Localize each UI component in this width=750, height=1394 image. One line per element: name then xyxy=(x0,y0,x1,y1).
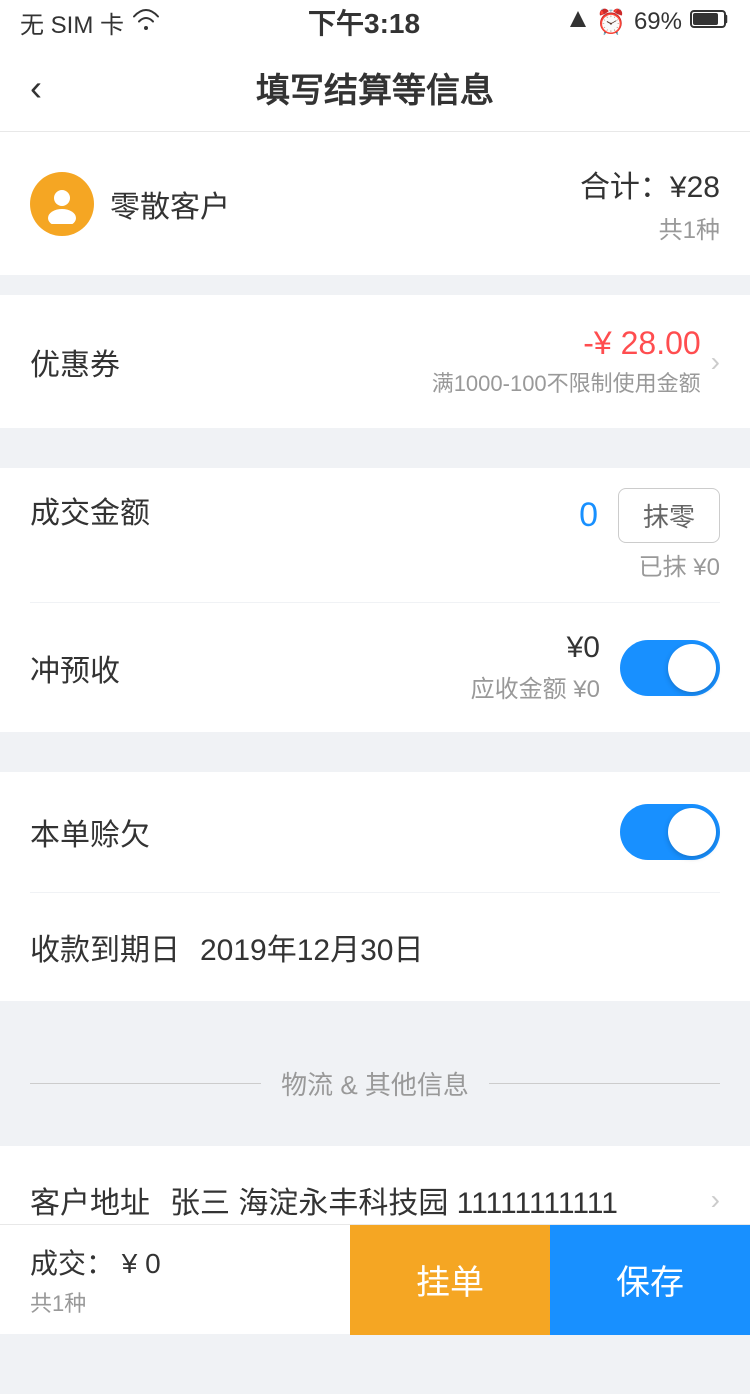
customer-left: 零散客户 xyxy=(30,172,230,236)
coupon-value-block: -¥ 28.00 满1000-100不限制使用金额 xyxy=(432,325,701,398)
customer-card: 零散客户 合计：¥28 共1种 xyxy=(0,132,750,275)
alarm-icon: ⏰ xyxy=(596,8,626,37)
battery-percent: 69% xyxy=(634,8,682,36)
round-zero-button[interactable]: 抹零 xyxy=(618,488,720,543)
total-amount: 合计：¥28 xyxy=(580,162,720,206)
section-gap-2 xyxy=(0,752,750,772)
logistics-section-header: 物流 & 其他信息 xyxy=(0,1041,750,1126)
due-date-value: 2019年12月30日 xyxy=(200,925,423,969)
header-line-right xyxy=(489,1083,720,1084)
bottom-bar: 成交： ¥ 0 共1种 挂单 保存 xyxy=(0,1224,750,1334)
customer-right: 合计：¥28 共1种 xyxy=(580,162,720,245)
prepay-toggle[interactable] xyxy=(620,640,720,696)
bottom-deal-label: 成交： xyxy=(30,1248,114,1279)
deal-amount-top: 成交金额 0 抹零 xyxy=(30,488,720,543)
back-button[interactable]: ‹ xyxy=(30,67,42,109)
address-value: 张三 海淀永丰科技园 11111111111 xyxy=(170,1178,711,1222)
address-label: 客户地址 xyxy=(30,1178,150,1222)
section-gap-4 xyxy=(0,1126,750,1146)
prepay-right: ¥0 应收金额 ¥0 xyxy=(471,631,720,704)
battery-icon xyxy=(690,8,730,37)
prepay-row: 冲预收 ¥0 应收金额 ¥0 xyxy=(0,603,750,732)
coupon-row[interactable]: 优惠券 -¥ 28.00 满1000-100不限制使用金额 › xyxy=(0,295,750,428)
customer-row: 零散客户 合计：¥28 共1种 xyxy=(0,132,750,275)
header-line-left xyxy=(30,1083,261,1084)
wifi-icon xyxy=(132,8,160,37)
status-right: ⏰ 69% xyxy=(568,8,730,37)
total-count: 共1种 xyxy=(580,210,720,245)
pending-button[interactable]: 挂单 xyxy=(350,1225,550,1335)
status-bar: 无 SIM 卡 下午3:18 ⏰ 69% xyxy=(0,0,750,44)
coupon-desc: 满1000-100不限制使用金额 xyxy=(432,366,701,398)
due-date-label: 收款到期日 xyxy=(30,925,180,969)
nav-bar: ‹ 填写结算等信息 xyxy=(0,44,750,132)
credit-row: 本单赊欠 xyxy=(0,772,750,892)
credit-toggle-knob xyxy=(668,808,716,856)
bottom-count: 共1种 xyxy=(30,1286,320,1318)
status-time: 下午3:18 xyxy=(308,2,420,42)
credit-label: 本单赊欠 xyxy=(30,810,150,854)
address-chevron-right-icon: › xyxy=(711,1184,720,1216)
section-gap-3 xyxy=(0,1021,750,1041)
chevron-right-icon: › xyxy=(711,346,720,378)
due-date-row[interactable]: 收款到期日 2019年12月30日 xyxy=(0,893,750,1001)
credit-toggle[interactable] xyxy=(620,804,720,860)
pending-button-label: 挂单 xyxy=(416,1255,484,1304)
deal-amount-card: 成交金额 0 抹零 已抹 ¥0 冲预收 ¥0 应收金额 ¥0 xyxy=(0,468,750,732)
bottom-deal: 成交： ¥ 0 xyxy=(30,1242,320,1282)
page-title: 填写结算等信息 xyxy=(256,63,494,112)
deal-amount-input[interactable]: 0 xyxy=(558,496,598,535)
sim-status: 无 SIM 卡 xyxy=(20,5,124,40)
deal-amount-right: 0 抹零 xyxy=(558,488,720,543)
save-button-label: 保存 xyxy=(616,1255,684,1304)
prepay-amount: ¥0 xyxy=(471,631,600,665)
prepay-amount-block: ¥0 应收金额 ¥0 xyxy=(471,631,600,704)
bottom-deal-amount: ¥ 0 xyxy=(122,1248,161,1279)
deal-amount-sub: 已抹 ¥0 xyxy=(30,547,720,582)
section-header-text: 物流 & 其他信息 xyxy=(281,1065,469,1102)
bottom-info: 成交： ¥ 0 共1种 xyxy=(0,1242,350,1318)
avatar xyxy=(30,172,94,236)
coupon-card[interactable]: 优惠券 -¥ 28.00 满1000-100不限制使用金额 › xyxy=(0,295,750,428)
prepay-receivable: 应收金额 ¥0 xyxy=(471,669,600,704)
credit-card: 本单赊欠 收款到期日 2019年12月30日 xyxy=(0,772,750,1001)
coupon-right: -¥ 28.00 满1000-100不限制使用金额 › xyxy=(432,325,720,398)
content: 零散客户 合计：¥28 共1种 优惠券 -¥ 28.00 满1000-100不限… xyxy=(0,132,750,1394)
coupon-amount: -¥ 28.00 xyxy=(432,325,701,362)
location-icon xyxy=(568,8,588,36)
section-gap-1 xyxy=(0,448,750,468)
status-left: 无 SIM 卡 xyxy=(20,5,160,40)
prepay-label: 冲预收 xyxy=(30,646,120,690)
save-button[interactable]: 保存 xyxy=(550,1225,750,1335)
deal-amount-row: 成交金额 0 抹零 已抹 ¥0 xyxy=(0,468,750,602)
customer-name: 零散客户 xyxy=(110,182,230,226)
deal-amount-label: 成交金额 xyxy=(30,488,150,532)
toggle-knob xyxy=(668,644,716,692)
coupon-label: 优惠券 xyxy=(30,340,120,384)
